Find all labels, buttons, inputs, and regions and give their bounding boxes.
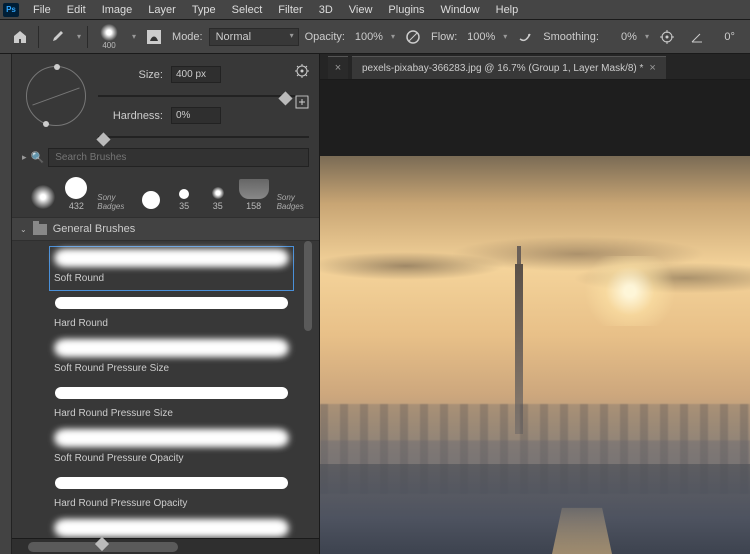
menu-window[interactable]: Window bbox=[434, 2, 487, 18]
menu-type[interactable]: Type bbox=[185, 2, 223, 18]
gear-icon[interactable] bbox=[295, 64, 309, 81]
chevron-down-icon[interactable]: ▾ bbox=[132, 32, 136, 41]
brush-name: Soft Round bbox=[50, 269, 293, 290]
search-icon: 🔍 bbox=[31, 151, 45, 164]
size-label: Size: bbox=[98, 69, 163, 81]
brush-preset[interactable]: Soft Round Pressure Size bbox=[50, 337, 293, 380]
recent-brush[interactable] bbox=[138, 191, 164, 211]
brush-name: Soft Round Pressure Size bbox=[50, 359, 293, 380]
folder-icon bbox=[33, 224, 47, 235]
canvas-viewport[interactable] bbox=[320, 80, 750, 554]
recent-brushes: 432 Sony Badges 35 35 158 Sony Badges bbox=[12, 171, 319, 217]
chevron-down-icon[interactable]: ▾ bbox=[77, 32, 81, 41]
brush-name: Soft Round Pressure Opacity bbox=[50, 449, 293, 470]
brush-folder[interactable]: ⌄ General Brushes bbox=[12, 217, 319, 241]
blend-mode-select[interactable]: Normal ▾ bbox=[209, 28, 299, 46]
menu-plugins[interactable]: Plugins bbox=[381, 2, 431, 18]
document-tabs: × pexels-pixabay-366283.jpg @ 16.7% (Gro… bbox=[320, 54, 750, 80]
main-area: Size: 400 px Hardness: 0% ▸ 🔍 4 bbox=[0, 54, 750, 554]
document-area: × pexels-pixabay-366283.jpg @ 16.7% (Gro… bbox=[320, 54, 750, 554]
chevron-down-icon[interactable]: ▾ bbox=[503, 32, 507, 41]
smoothing-label: Smoothing: bbox=[543, 31, 599, 43]
brush-preset[interactable]: Hard Round Pressure Size bbox=[50, 382, 293, 425]
document-image bbox=[320, 156, 750, 554]
menu-view[interactable]: View bbox=[342, 2, 380, 18]
new-preset-icon[interactable] bbox=[295, 95, 309, 112]
smoothing-options-icon[interactable] bbox=[655, 25, 679, 49]
search-input[interactable] bbox=[48, 148, 309, 167]
brush-preset[interactable]: Hard Round bbox=[50, 292, 293, 335]
pressure-opacity-icon[interactable] bbox=[401, 25, 425, 49]
app-logo: Ps bbox=[3, 3, 19, 17]
angle-icon[interactable] bbox=[685, 25, 709, 49]
recent-brush[interactable]: 35 bbox=[171, 189, 197, 211]
chevron-down-icon: ⌄ bbox=[20, 225, 27, 234]
tab-overflow[interactable]: × bbox=[328, 56, 348, 79]
brush-name: Hard Round bbox=[50, 314, 293, 335]
brush-settings-icon[interactable] bbox=[142, 25, 166, 49]
recent-brush[interactable] bbox=[30, 185, 56, 211]
brush-name: Hard Round Pressure Opacity bbox=[50, 494, 293, 515]
flow-label: Flow: bbox=[431, 31, 457, 43]
options-bar: ▾ 400 ▾ Mode: Normal ▾ Opacity: 100% ▾ F… bbox=[0, 20, 750, 54]
airbrush-icon[interactable] bbox=[513, 25, 537, 49]
opacity-label: Opacity: bbox=[305, 31, 345, 43]
smoothing-value[interactable]: 0% bbox=[605, 31, 637, 43]
menu-help[interactable]: Help bbox=[489, 2, 526, 18]
brush-list: Soft Round Hard Round Soft Round Pressur… bbox=[12, 241, 319, 538]
blend-mode-value: Normal bbox=[216, 31, 251, 43]
mode-label: Mode: bbox=[172, 31, 203, 43]
brush-tool-icon[interactable] bbox=[45, 25, 69, 49]
chevron-right-icon[interactable]: ▸ bbox=[22, 152, 27, 163]
chevron-down-icon[interactable]: ▾ bbox=[645, 32, 649, 41]
brush-preview-button[interactable]: 400 bbox=[94, 24, 124, 50]
recent-brush[interactable]: 158 bbox=[239, 179, 269, 211]
menu-edit[interactable]: Edit bbox=[60, 2, 93, 18]
menu-file[interactable]: File bbox=[26, 2, 58, 18]
opacity-value[interactable]: 100% bbox=[351, 31, 383, 43]
recent-brush[interactable]: Sony Badges bbox=[97, 193, 129, 211]
angle-value[interactable]: 0° bbox=[715, 31, 735, 43]
size-input[interactable]: 400 px bbox=[171, 66, 221, 83]
menu-3d[interactable]: 3D bbox=[312, 2, 340, 18]
menu-image[interactable]: Image bbox=[95, 2, 140, 18]
menu-filter[interactable]: Filter bbox=[271, 2, 309, 18]
tab-title: pexels-pixabay-366283.jpg @ 16.7% (Group… bbox=[362, 63, 643, 74]
brush-angle-widget[interactable] bbox=[26, 66, 86, 126]
scrollbar[interactable] bbox=[303, 241, 313, 538]
folder-label: General Brushes bbox=[53, 223, 136, 235]
home-icon[interactable] bbox=[8, 25, 32, 49]
flow-value[interactable]: 100% bbox=[463, 31, 495, 43]
document-tab[interactable]: pexels-pixabay-366283.jpg @ 16.7% (Group… bbox=[352, 56, 666, 79]
brush-preset-panel: Size: 400 px Hardness: 0% ▸ 🔍 4 bbox=[12, 54, 320, 554]
brush-preset[interactable]: Soft Round bbox=[50, 247, 293, 290]
brush-preset[interactable]: Soft Round Pressure Opacity bbox=[50, 427, 293, 470]
hardness-input[interactable]: 0% bbox=[171, 107, 221, 124]
menu-select[interactable]: Select bbox=[225, 2, 270, 18]
brush-preset[interactable] bbox=[50, 517, 293, 538]
tool-strip[interactable] bbox=[0, 54, 12, 554]
recent-brush[interactable]: Sony Badges bbox=[277, 193, 309, 211]
close-icon[interactable]: × bbox=[335, 62, 341, 74]
chevron-down-icon[interactable]: ▾ bbox=[391, 32, 395, 41]
recent-brush[interactable]: 35 bbox=[205, 187, 231, 211]
brush-size-readout: 400 bbox=[102, 41, 115, 50]
recent-brush[interactable]: 432 bbox=[64, 177, 90, 211]
horizontal-scrollbar[interactable] bbox=[12, 538, 319, 554]
close-icon[interactable]: × bbox=[649, 62, 655, 74]
menu-layer[interactable]: Layer bbox=[141, 2, 183, 18]
hardness-label: Hardness: bbox=[98, 110, 163, 122]
menu-bar: Ps File Edit Image Layer Type Select Fil… bbox=[0, 0, 750, 20]
brush-name: Hard Round Pressure Size bbox=[50, 404, 293, 425]
brush-preset[interactable]: Hard Round Pressure Opacity bbox=[50, 472, 293, 515]
